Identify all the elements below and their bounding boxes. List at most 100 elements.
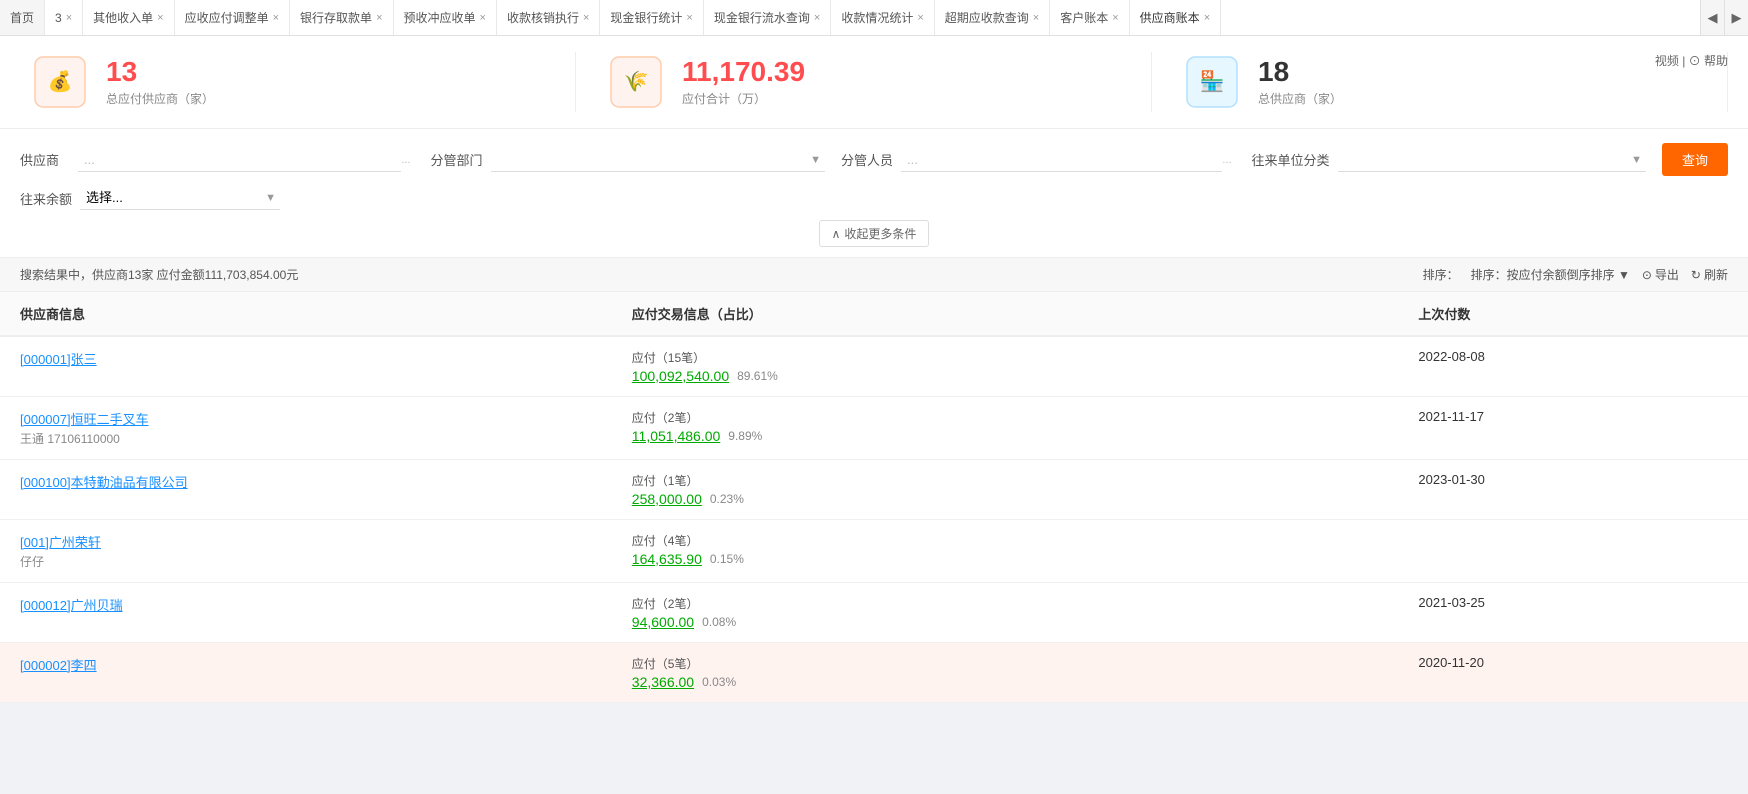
nav-other-income-close[interactable]: × — [157, 12, 163, 24]
supplier-link-5[interactable]: [000002]李四 — [20, 658, 97, 673]
supplier-sub-3: 仔仔 — [20, 553, 592, 570]
filter-person: 分管人员 ... — [841, 148, 1236, 172]
nav-overdue-query[interactable]: 超期应收款查询 × — [935, 0, 1050, 35]
refresh-button[interactable]: ↻ 刷新 — [1691, 266, 1728, 283]
sort-order[interactable]: 排序：按应付余额倒序排序 ▼ — [1471, 266, 1630, 283]
nav-bank-deposit[interactable]: 银行存取款单 × — [290, 0, 393, 35]
refresh-icon: ↻ — [1691, 268, 1701, 282]
balance-select-wrapper: 选择... ▼ — [80, 186, 280, 210]
nav-tab-3[interactable]: 3 × — [45, 0, 83, 35]
help-link[interactable]: 帮助 — [1704, 54, 1728, 68]
nav-receipt-verify[interactable]: 收款核销执行 × — [497, 0, 600, 35]
nav-cash-bank-flow[interactable]: 现金银行流水查询 × — [704, 0, 831, 35]
supplier-label: 供应商 — [20, 150, 70, 169]
supplier-dots-icon[interactable]: ... — [401, 154, 410, 166]
balance-select[interactable]: 选择... — [80, 186, 280, 210]
nav-supplier-ledger[interactable]: 供应商账本 × — [1130, 0, 1221, 35]
stat-block-2: 🌾 11,170.39 应付合计（万） — [576, 52, 1152, 112]
nav-supplier-ledger-close[interactable]: × — [1204, 12, 1210, 24]
nav-receipt-stat[interactable]: 收款情况统计 × — [831, 0, 934, 35]
table-header-row: 供应商信息 应付交易信息（占比） 上次付数 — [0, 292, 1748, 336]
amount-0[interactable]: 100,092,540.00 — [632, 368, 729, 384]
stat-block-1: 💰 13 总应付供应商（家） — [20, 52, 576, 112]
collapse-chevron-icon: ∧ — [832, 227, 841, 241]
percent-0: 89.61% — [737, 369, 778, 383]
nav-overdue-query-close[interactable]: × — [1033, 12, 1039, 24]
amount-3[interactable]: 164,635.90 — [632, 551, 702, 567]
payable-label-0: 应付（15笔） — [632, 349, 1379, 366]
supplier-link-2[interactable]: [000100]本特勤油品有限公司 — [20, 475, 188, 490]
nav-other-income[interactable]: 其他收入单 × — [83, 0, 174, 35]
last-payment-cell-2: 2023-01-30 — [1398, 460, 1748, 520]
nav-customer-ledger[interactable]: 客户账本 × — [1050, 0, 1129, 35]
payable-cell-2: 应付（1笔）258,000.000.23% — [612, 460, 1399, 520]
category-select[interactable] — [1338, 148, 1646, 172]
department-select[interactable] — [491, 148, 825, 172]
stat-label-3: 总供应商（家） — [1258, 90, 1342, 107]
amount-2[interactable]: 258,000.00 — [632, 491, 702, 507]
payable-cell-1: 应付（2笔）11,051,486.009.89% — [612, 397, 1399, 460]
supplier-input[interactable] — [78, 148, 401, 172]
stat-number-3: 18 — [1258, 58, 1342, 86]
sort-order-text: 排序：按应付余额倒序排序 — [1471, 268, 1615, 282]
filter-category: 往来单位分类 ▼ — [1252, 148, 1647, 172]
nav-bank-deposit-close[interactable]: × — [376, 12, 382, 24]
supplier-cell-1: [000007]恒旺二手叉车王通 17106110000 — [0, 397, 612, 460]
nav-advance-offset[interactable]: 预收冲应收单 × — [394, 0, 497, 35]
nav-advance-offset-label: 预收冲应收单 — [404, 9, 476, 26]
payable-label-2: 应付（1笔） — [632, 472, 1379, 489]
collapse-label: 收起更多条件 — [844, 225, 916, 242]
stat-info-3: 18 总供应商（家） — [1258, 58, 1342, 107]
sort-order-chevron: ▼ — [1618, 268, 1630, 282]
percent-4: 0.08% — [702, 615, 736, 629]
nav-home[interactable]: 首页 — [0, 0, 45, 35]
amount-4[interactable]: 94,600.00 — [632, 614, 694, 630]
last-payment-cell-3 — [1398, 520, 1748, 583]
supplier-cell-0: [000001]张三 — [0, 336, 612, 397]
last-payment-cell-0: 2022-08-08 — [1398, 336, 1748, 397]
stat-icon-1: 💰 — [30, 52, 90, 112]
category-label: 往来单位分类 — [1252, 150, 1330, 169]
filter-balance: 往来余额 选择... ▼ — [20, 186, 280, 210]
search-button[interactable]: 查询 — [1662, 143, 1728, 176]
department-select-wrapper: ▼ — [491, 148, 825, 172]
supplier-link-3[interactable]: [001]广州荣轩 — [20, 535, 101, 550]
supplier-sub-1: 王通 17106110000 — [20, 430, 592, 447]
nav-cash-bank-stat-close[interactable]: × — [686, 12, 692, 24]
table-row: [000012]广州贝瑞应付（2笔）94,600.000.08%2021-03-… — [0, 583, 1748, 643]
person-input[interactable] — [901, 148, 1222, 172]
refresh-label: 刷新 — [1704, 266, 1728, 283]
nav-receipt-stat-label: 收款情况统计 — [841, 9, 913, 26]
amount-5[interactable]: 32,366.00 — [632, 674, 694, 690]
nav-ar-ap-adjust[interactable]: 应收应付调整单 × — [175, 0, 290, 35]
nav-tab-3-close[interactable]: × — [66, 12, 72, 24]
payable-label-5: 应付（5笔） — [632, 655, 1379, 672]
supplier-link-1[interactable]: [000007]恒旺二手叉车 — [20, 412, 149, 427]
nav-cash-bank-stat[interactable]: 现金银行统计 × — [600, 0, 703, 35]
stat-label-1: 总应付供应商（家） — [106, 90, 214, 107]
nav-next-arrow[interactable]: ▶ — [1724, 0, 1748, 36]
percent-1: 9.89% — [728, 429, 762, 443]
col-last-payment: 上次付数 — [1398, 292, 1748, 336]
nav-prev-arrow[interactable]: ◀ — [1700, 0, 1724, 36]
svg-text:💰: 💰 — [48, 69, 73, 93]
nav-customer-ledger-close[interactable]: × — [1112, 12, 1118, 24]
nav-receipt-verify-close[interactable]: × — [583, 12, 589, 24]
person-dots-icon[interactable]: ... — [1222, 154, 1231, 166]
nav-cash-bank-flow-close[interactable]: × — [814, 12, 820, 24]
last-payment-cell-5: 2020-11-20 — [1398, 643, 1748, 703]
supplier-link-0[interactable]: [000001]张三 — [20, 352, 97, 367]
stat-label-2: 应付合计（万） — [682, 90, 805, 107]
collapse-button[interactable]: ∧ 收起更多条件 — [819, 220, 930, 247]
sort-label: 排序： — [1423, 266, 1459, 283]
table-row: [000001]张三 应付（15笔） 100,092,540.00 89.61% 202… — [0, 336, 1748, 397]
help-link-icon: ⊙ — [1689, 54, 1704, 68]
supplier-link-4[interactable]: [000012]广州贝瑞 — [20, 598, 123, 613]
video-link[interactable]: 视频 — [1655, 54, 1679, 68]
nav-receipt-stat-close[interactable]: × — [917, 12, 923, 24]
payable-cell-5: 应付（5笔）32,366.000.03% — [612, 643, 1399, 703]
export-button[interactable]: ⊙ 导出 — [1642, 266, 1679, 283]
amount-1[interactable]: 11,051,486.00 — [632, 428, 721, 444]
nav-ar-ap-adjust-close[interactable]: × — [273, 12, 279, 24]
nav-advance-offset-close[interactable]: × — [480, 12, 486, 24]
